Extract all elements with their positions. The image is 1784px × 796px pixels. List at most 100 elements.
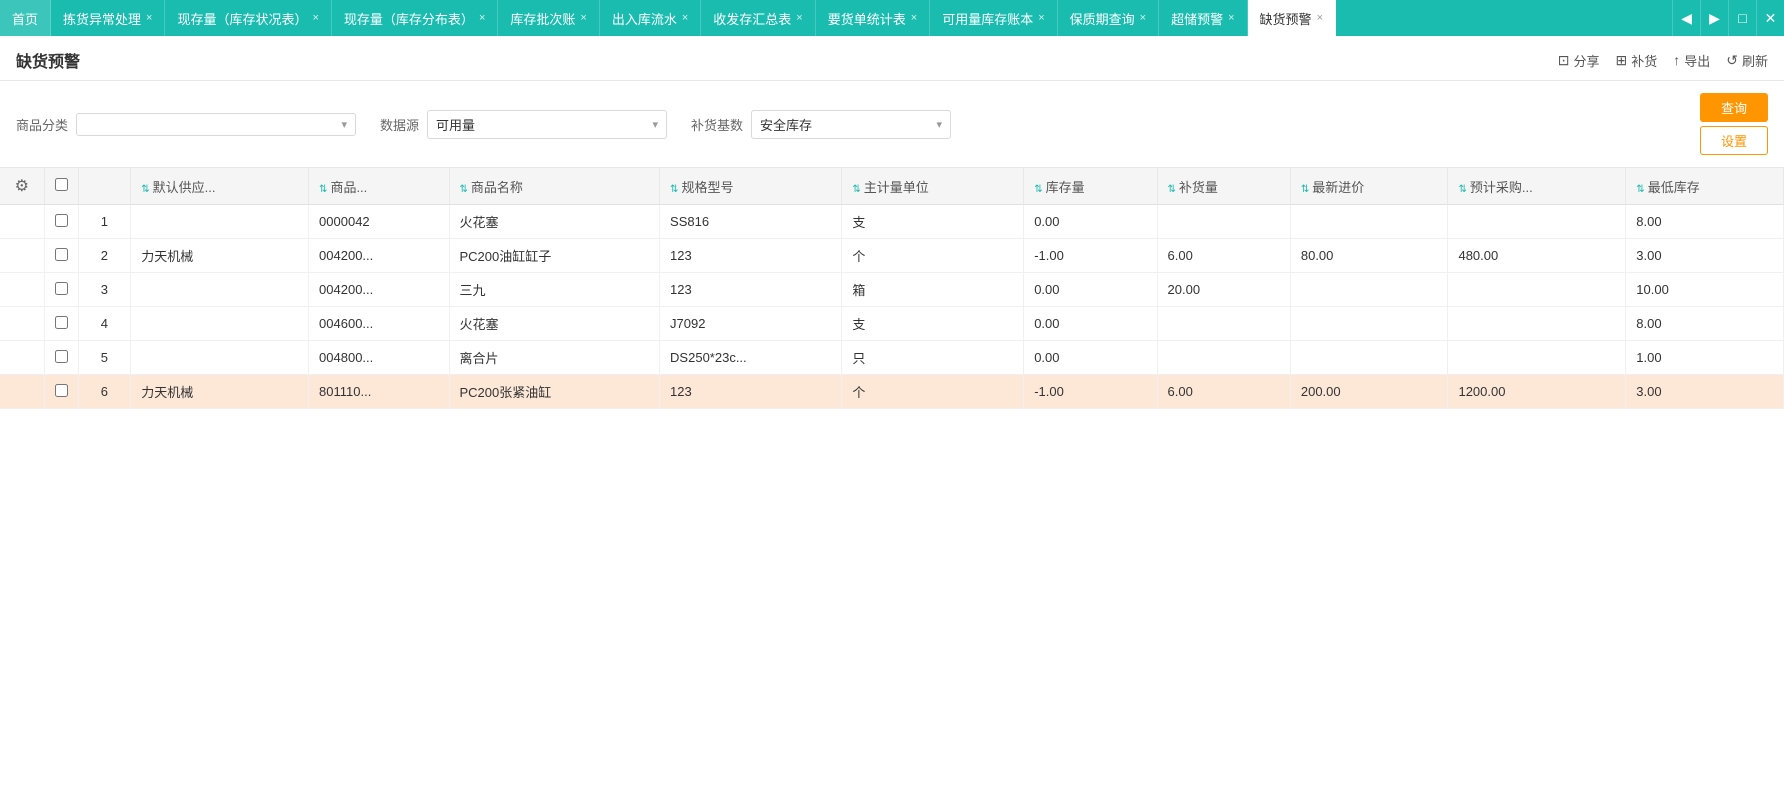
table-row: 4004600...火花塞J7092支0.008.00 xyxy=(0,307,1784,341)
sort-icon-default_supplier: ⇅ xyxy=(141,184,149,195)
table-body: 10000042火花塞SS816支0.008.002力天机械004200...P… xyxy=(0,205,1784,409)
tab-item-1[interactable]: 拣货异常处理 × xyxy=(51,0,165,36)
cell-stock-1: -1.00 xyxy=(1024,239,1157,273)
select-all-checkbox[interactable] xyxy=(55,178,68,191)
cell-unit-0: 支 xyxy=(842,205,1024,239)
sort-icon-stock: ⇅ xyxy=(1034,184,1042,195)
row-checkbox-0[interactable] xyxy=(44,205,78,239)
datasource-label: 数据源 xyxy=(380,115,419,134)
tab-item-0[interactable]: 首页 xyxy=(0,0,51,36)
row-select-checkbox-5[interactable] xyxy=(55,384,68,397)
tab-close-6[interactable]: × xyxy=(796,12,802,24)
tab-close-9[interactable]: × xyxy=(1140,12,1146,24)
column-product_code[interactable]: ⇅商品... xyxy=(309,168,449,205)
datasource-chevron-icon: ▾ xyxy=(653,118,659,131)
category-label: 商品分类 xyxy=(16,115,68,134)
tab-close-2[interactable]: × xyxy=(312,12,318,24)
column-unit[interactable]: ⇅主计量单位 xyxy=(842,168,1024,205)
column-min_stock[interactable]: ⇅最低库存 xyxy=(1626,168,1784,205)
tab-label-6: 收发存汇总表 xyxy=(713,9,791,28)
cell-spec-0: SS816 xyxy=(660,205,842,239)
row-select-checkbox-1[interactable] xyxy=(55,248,68,261)
base-filter-group: 补货基数 安全库存 ▾ xyxy=(691,110,951,139)
table-header: ⚙⇅默认供应...⇅商品...⇅商品名称⇅规格型号⇅主计量单位⇅库存量⇅补货量⇅… xyxy=(0,168,1784,205)
row-select-checkbox-3[interactable] xyxy=(55,316,68,329)
cell-unit-3: 支 xyxy=(842,307,1024,341)
tab-bar: 首页拣货异常处理 ×现存量（库存状况表） ×现存量（库存分布表） ×库存批次账 … xyxy=(0,0,1784,36)
cell-unit-1: 个 xyxy=(842,239,1024,273)
row-select-checkbox-4[interactable] xyxy=(55,350,68,363)
header-actions: ⊡ 分享 ⊞ 补货 ↑ 导出 ↺ 刷新 xyxy=(1558,51,1768,70)
restore-window-button[interactable]: □ xyxy=(1728,0,1756,36)
tab-item-10[interactable]: 超储预警 × xyxy=(1159,0,1247,36)
tab-item-4[interactable]: 库存批次账 × xyxy=(498,0,599,36)
datasource-select[interactable]: 可用量 ▾ xyxy=(427,110,667,139)
tab-item-3[interactable]: 现存量（库存分布表） × xyxy=(332,0,498,36)
cell-product_name-3: 火花塞 xyxy=(449,307,660,341)
tab-close-4[interactable]: × xyxy=(580,12,586,24)
tab-item-7[interactable]: 要货单统计表 × xyxy=(816,0,930,36)
tab-label-8: 可用量库存账本 xyxy=(942,9,1033,28)
row-select-checkbox-2[interactable] xyxy=(55,282,68,295)
page-header: 缺货预警 ⊡ 分享 ⊞ 补货 ↑ 导出 ↺ 刷新 xyxy=(0,36,1784,81)
cell-product_name-5: PC200张紧油缸 xyxy=(449,375,660,409)
tab-close-11[interactable]: × xyxy=(1317,12,1323,24)
sort-icon-replenish: ⇅ xyxy=(1168,184,1176,195)
next-tab-button[interactable]: ▶ xyxy=(1700,0,1728,36)
replenish-button[interactable]: ⊞ 补货 xyxy=(1615,51,1657,70)
tab-close-10[interactable]: × xyxy=(1228,12,1234,24)
row-gear-5 xyxy=(0,375,44,409)
refresh-button[interactable]: ↺ 刷新 xyxy=(1726,51,1768,70)
row-checkbox-2[interactable] xyxy=(44,273,78,307)
tab-close-5[interactable]: × xyxy=(682,12,688,24)
cell-replenish-1: 6.00 xyxy=(1157,239,1290,273)
query-button[interactable]: 查询 xyxy=(1700,93,1768,122)
filter-actions: 查询 设置 xyxy=(1700,93,1768,155)
tab-item-5[interactable]: 出入库流水 × xyxy=(600,0,701,36)
tab-item-9[interactable]: 保质期查询 × xyxy=(1058,0,1159,36)
tab-close-1[interactable]: × xyxy=(146,12,152,24)
tab-item-8[interactable]: 可用量库存账本 × xyxy=(930,0,1057,36)
row-select-checkbox-0[interactable] xyxy=(55,214,68,227)
tab-item-2[interactable]: 现存量（库存状况表） × xyxy=(165,0,331,36)
row-num-1: 2 xyxy=(78,239,131,273)
row-gear-3 xyxy=(0,307,44,341)
cell-min_stock-2: 10.00 xyxy=(1626,273,1784,307)
cell-product_code-1: 004200... xyxy=(309,239,449,273)
row-checkbox-3[interactable] xyxy=(44,307,78,341)
column-estimated_purchase[interactable]: ⇅预计采购... xyxy=(1448,168,1626,205)
tab-item-6[interactable]: 收发存汇总表 × xyxy=(701,0,815,36)
base-label: 补货基数 xyxy=(691,115,743,134)
datasource-filter-group: 数据源 可用量 ▾ xyxy=(380,110,667,139)
category-select[interactable]: ▾ xyxy=(76,113,356,136)
row-checkbox-1[interactable] xyxy=(44,239,78,273)
share-button[interactable]: ⊡ 分享 xyxy=(1558,51,1600,70)
column-latest_price[interactable]: ⇅最新进价 xyxy=(1290,168,1448,205)
column-stock[interactable]: ⇅库存量 xyxy=(1024,168,1157,205)
prev-tab-button[interactable]: ◀ xyxy=(1672,0,1700,36)
cell-default_supplier-3 xyxy=(131,307,309,341)
tab-close-3[interactable]: × xyxy=(479,12,485,24)
column-gear[interactable]: ⚙ xyxy=(0,168,44,205)
export-button[interactable]: ↑ 导出 xyxy=(1673,51,1710,70)
replenish-icon: ⊞ xyxy=(1615,52,1627,69)
settings-button[interactable]: 设置 xyxy=(1700,126,1768,155)
row-gear-4 xyxy=(0,341,44,375)
sort-icon-product_code: ⇅ xyxy=(319,184,327,195)
tab-close-8[interactable]: × xyxy=(1038,12,1044,24)
base-select[interactable]: 安全库存 ▾ xyxy=(751,110,951,139)
column-product_name[interactable]: ⇅商品名称 xyxy=(449,168,660,205)
column-checkbox[interactable] xyxy=(44,168,78,205)
sort-icon-latest_price: ⇅ xyxy=(1301,184,1309,195)
tab-item-11[interactable]: 缺货预警 × xyxy=(1248,0,1336,36)
row-checkbox-4[interactable] xyxy=(44,341,78,375)
column-default_supplier[interactable]: ⇅默认供应... xyxy=(131,168,309,205)
column-spec[interactable]: ⇅规格型号 xyxy=(660,168,842,205)
tab-close-7[interactable]: × xyxy=(911,12,917,24)
tab-label-5: 出入库流水 xyxy=(612,9,677,28)
column-replenish[interactable]: ⇅补货量 xyxy=(1157,168,1290,205)
tab-label-11: 缺货预警 xyxy=(1260,9,1312,28)
close-all-button[interactable]: ✕ xyxy=(1756,0,1784,36)
cell-estimated_purchase-2 xyxy=(1448,273,1626,307)
row-checkbox-5[interactable] xyxy=(44,375,78,409)
